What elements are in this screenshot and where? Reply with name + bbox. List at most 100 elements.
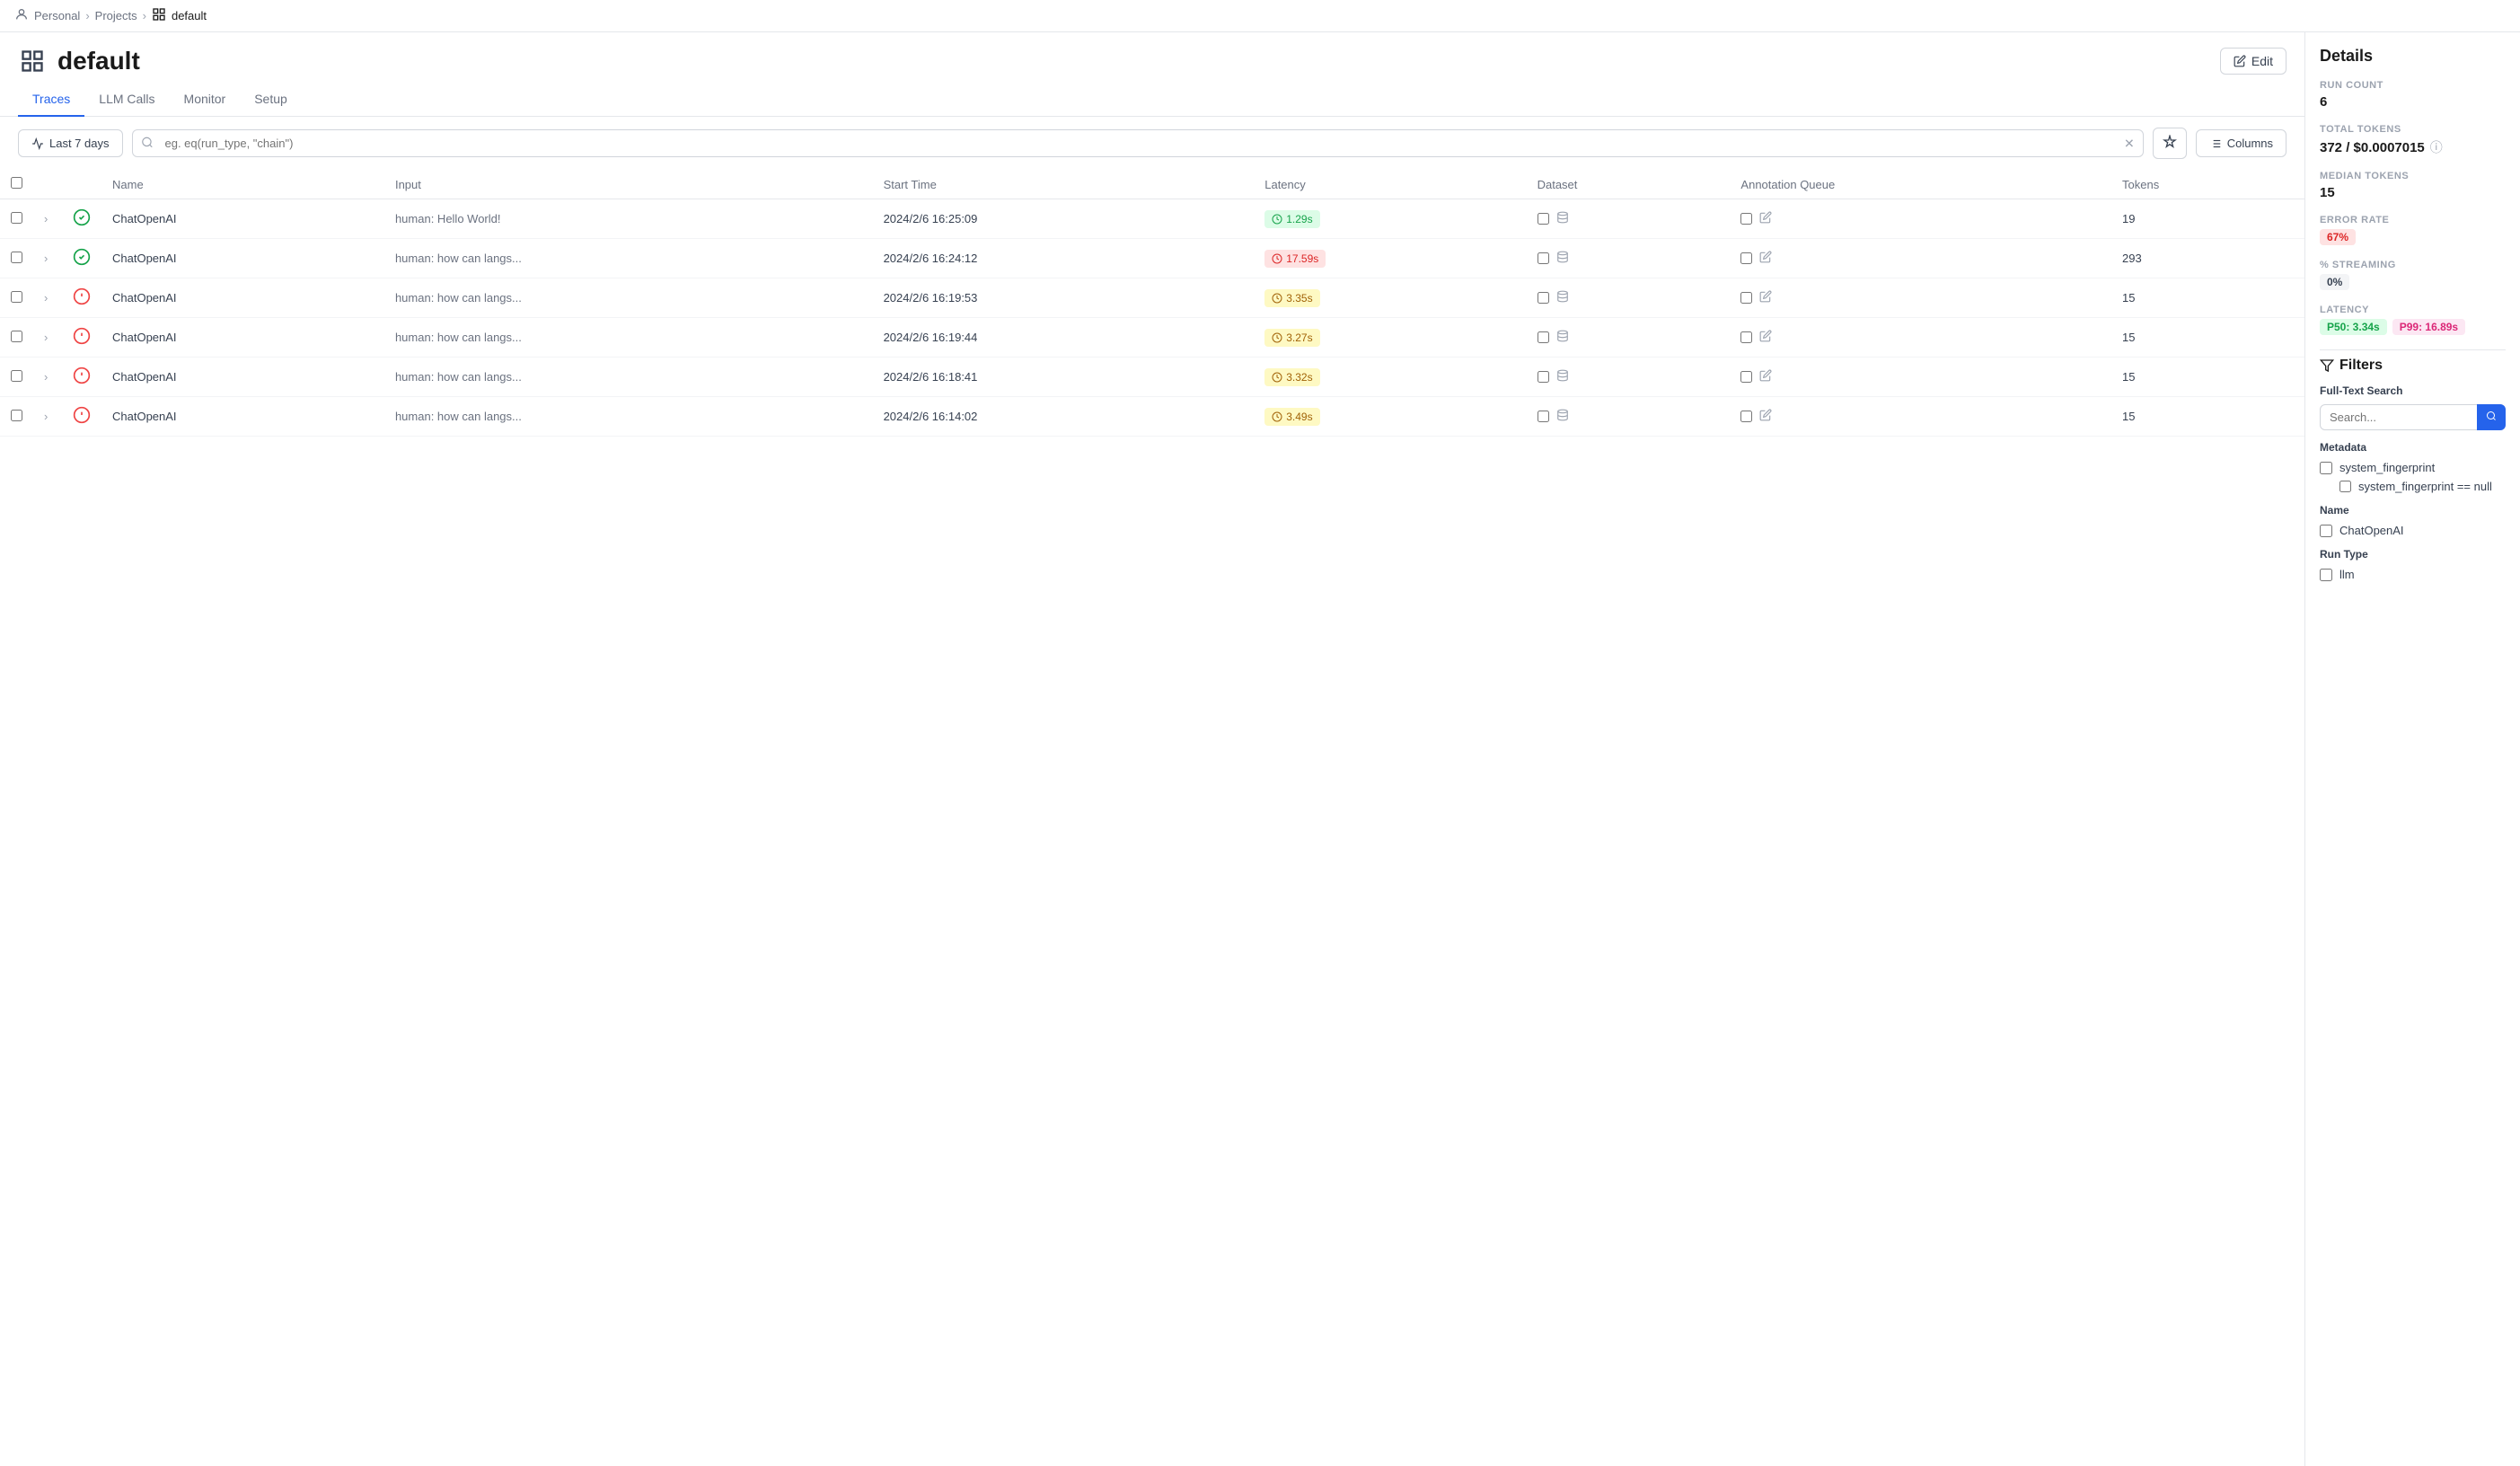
search-input[interactable]: [132, 129, 2144, 157]
row-checkbox[interactable]: [11, 410, 22, 421]
table-row[interactable]: › ChatOpenAI human: how can langs... 202…: [0, 239, 2304, 278]
total-tokens-value: 372 / $0.0007015: [2320, 140, 2425, 155]
annotation-checkbox[interactable]: [1740, 371, 1752, 383]
expand-icon[interactable]: ›: [33, 358, 62, 397]
expand-icon[interactable]: ›: [33, 397, 62, 437]
dataset-checkbox[interactable]: [1538, 411, 1549, 422]
select-all-checkbox[interactable]: [11, 177, 22, 189]
dataset-icon[interactable]: [1556, 409, 1569, 424]
dataset-checkbox[interactable]: [1538, 213, 1549, 225]
row-latency: 3.27s: [1254, 318, 1526, 358]
table-row[interactable]: › ChatOpenAI human: how can langs... 202…: [0, 358, 2304, 397]
clear-icon[interactable]: ✕: [2124, 136, 2135, 151]
dataset-icon[interactable]: [1556, 330, 1569, 345]
tabs: Traces LLM Calls Monitor Setup: [0, 83, 2304, 117]
dataset-icon[interactable]: [1556, 211, 1569, 226]
tab-llm-calls[interactable]: LLM Calls: [84, 83, 169, 117]
row-checkbox[interactable]: [11, 291, 22, 303]
table-row[interactable]: › ChatOpenAI human: how can langs... 202…: [0, 278, 2304, 318]
full-text-search-button[interactable]: [2477, 404, 2506, 430]
latency-badge: 1.29s: [1264, 210, 1319, 228]
row-name[interactable]: ChatOpenAI: [101, 199, 384, 239]
annotation-checkbox[interactable]: [1740, 292, 1752, 304]
error-rate-label: ERROR RATE: [2320, 215, 2506, 225]
status-icon: [62, 397, 101, 437]
dataset-checkbox[interactable]: [1538, 252, 1549, 264]
row-input: human: how can langs...: [384, 397, 873, 437]
dataset-icon[interactable]: [1556, 251, 1569, 266]
edit-button[interactable]: Edit: [2220, 48, 2287, 75]
error-rate-badge: 67%: [2320, 229, 2356, 245]
tab-traces[interactable]: Traces: [18, 83, 84, 117]
system-fingerprint-null-checkbox[interactable]: [2339, 481, 2351, 492]
latency-badge: 17.59s: [1264, 250, 1326, 268]
filters-title: Filters: [2320, 358, 2506, 374]
traces-table: Name Input Start Time Latency Dataset An…: [0, 170, 2304, 1466]
search-box: ✕: [132, 129, 2144, 157]
row-checkbox[interactable]: [11, 331, 22, 342]
latency-section: LATENCY P50: 3.34s P99: 16.89s: [2320, 305, 2506, 335]
row-name[interactable]: ChatOpenAI: [101, 358, 384, 397]
row-name[interactable]: ChatOpenAI: [101, 397, 384, 437]
tab-setup[interactable]: Setup: [240, 83, 302, 117]
annotation-icon[interactable]: [1759, 251, 1772, 266]
row-annotation: [1730, 397, 2111, 437]
total-tokens-label: TOTAL TOKENS: [2320, 124, 2506, 135]
row-name[interactable]: ChatOpenAI: [101, 239, 384, 278]
row-annotation: [1730, 318, 2111, 358]
median-tokens-section: MEDIAN TOKENS 15: [2320, 171, 2506, 200]
system-fingerprint-checkbox[interactable]: [2320, 462, 2332, 474]
expand-icon[interactable]: ›: [33, 278, 62, 318]
tab-monitor[interactable]: Monitor: [170, 83, 241, 117]
table-row[interactable]: › ChatOpenAI human: Hello World! 2024/2/…: [0, 199, 2304, 239]
row-latency: 3.35s: [1254, 278, 1526, 318]
run-count-label: RUN COUNT: [2320, 80, 2506, 91]
page-title: default: [57, 47, 140, 75]
llm-checkbox[interactable]: [2320, 569, 2332, 581]
row-dataset: [1527, 199, 1731, 239]
row-checkbox[interactable]: [11, 252, 22, 263]
status-icon: [62, 278, 101, 318]
annotation-checkbox[interactable]: [1740, 252, 1752, 264]
run-count-section: RUN COUNT 6: [2320, 80, 2506, 110]
date-range-button[interactable]: Last 7 days: [18, 129, 123, 157]
row-start-time: 2024/2/6 16:14:02: [873, 397, 1255, 437]
row-checkbox[interactable]: [11, 370, 22, 382]
chatopenai-checkbox[interactable]: [2320, 525, 2332, 537]
dataset-checkbox[interactable]: [1538, 292, 1549, 304]
annotation-icon[interactable]: [1759, 211, 1772, 226]
annotation-icon[interactable]: [1759, 409, 1772, 424]
breadcrumb-projects[interactable]: Projects: [95, 9, 137, 22]
expand-icon[interactable]: ›: [33, 199, 62, 239]
latency-badge: 3.32s: [1264, 368, 1319, 386]
breadcrumb-current: default: [152, 7, 207, 24]
columns-button[interactable]: Columns: [2196, 129, 2287, 157]
breadcrumb-personal[interactable]: Personal: [34, 9, 80, 22]
dataset-checkbox[interactable]: [1538, 331, 1549, 343]
row-dataset: [1527, 358, 1731, 397]
annotation-icon[interactable]: [1759, 290, 1772, 305]
magic-button[interactable]: [2153, 128, 2187, 159]
status-icon: [62, 199, 101, 239]
annotation-checkbox[interactable]: [1740, 331, 1752, 343]
row-name[interactable]: ChatOpenAI: [101, 318, 384, 358]
filter-icon: [2320, 358, 2334, 373]
row-checkbox[interactable]: [11, 212, 22, 224]
row-name[interactable]: ChatOpenAI: [101, 278, 384, 318]
dataset-icon[interactable]: [1556, 369, 1569, 384]
expand-icon[interactable]: ›: [33, 318, 62, 358]
annotation-checkbox[interactable]: [1740, 411, 1752, 422]
annotation-icon[interactable]: [1759, 330, 1772, 345]
col-name: Name: [101, 170, 384, 199]
annotation-checkbox[interactable]: [1740, 213, 1752, 225]
dataset-checkbox[interactable]: [1538, 371, 1549, 383]
latency-label: LATENCY: [2320, 305, 2506, 315]
col-dataset: Dataset: [1527, 170, 1731, 199]
dataset-icon[interactable]: [1556, 290, 1569, 305]
annotation-icon[interactable]: [1759, 369, 1772, 384]
expand-icon[interactable]: ›: [33, 239, 62, 278]
table-row[interactable]: › ChatOpenAI human: how can langs... 202…: [0, 397, 2304, 437]
table-row[interactable]: › ChatOpenAI human: how can langs... 202…: [0, 318, 2304, 358]
full-text-search: [2320, 404, 2506, 430]
row-input: human: how can langs...: [384, 278, 873, 318]
